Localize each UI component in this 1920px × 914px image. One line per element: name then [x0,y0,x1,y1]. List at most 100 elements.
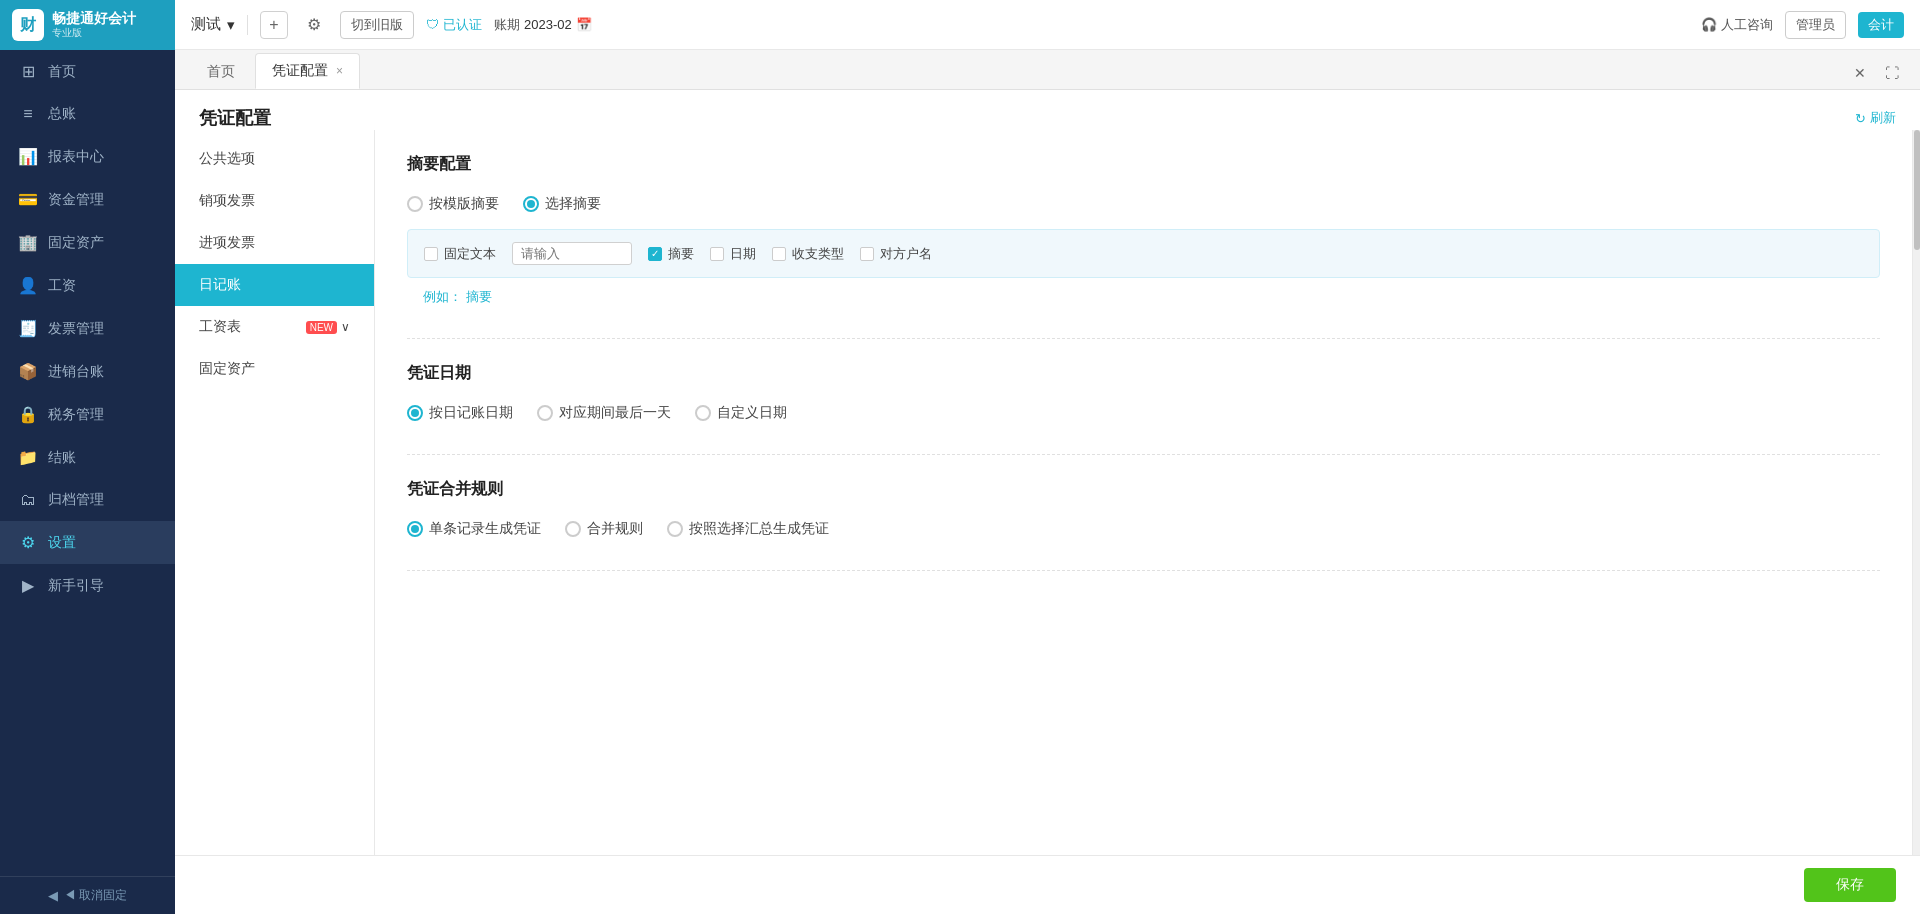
sidebar-item-tax[interactable]: 🔒 税务管理 [0,393,175,436]
checkbox-date[interactable]: 日期 [710,245,756,263]
sidebar-item-label: 报表中心 [48,148,104,166]
nav-item-payroll[interactable]: 工资表 NEW ∨ [175,306,374,348]
new-badge: NEW [306,321,337,334]
logo-icon: 财 [12,9,44,41]
save-button[interactable]: 保存 [1804,868,1896,902]
fixed-text-checkbox [424,247,438,261]
invoice-icon: 🧾 [18,319,38,338]
refresh-label: 刷新 [1870,109,1896,127]
sidebar-item-label: 新手引导 [48,577,104,595]
cert-label: 已认证 [443,16,482,34]
company-selector[interactable]: 测试 ▾ [191,15,235,34]
refresh-button[interactable]: ↻ 刷新 [1855,109,1896,127]
sidebar-item-invoice[interactable]: 🧾 发票管理 [0,307,175,350]
accountant-button[interactable]: 会计 [1858,12,1904,38]
nav-item-diary[interactable]: 日记账 [175,264,374,306]
sidebar-item-capital[interactable]: 💳 资金管理 [0,178,175,221]
merge-rules-circle [565,521,581,537]
sidebar-item-wages[interactable]: 👤 工资 [0,264,175,307]
close-ledger-icon: 📁 [18,448,38,467]
sidebar-item-assets[interactable]: 🏢 固定资产 [0,221,175,264]
user-button[interactable]: 管理员 [1785,11,1846,39]
checkbox-summary[interactable]: 摘要 [648,245,694,263]
radio-merge-rules[interactable]: 合并规则 [565,520,643,538]
sidebar-collapse-button[interactable]: ◀ ◀ 取消固定 [0,876,175,914]
sidebar-item-close[interactable]: 📁 结账 [0,436,175,479]
help-label: 人工咨询 [1721,16,1773,34]
voucher-date-title: 凭证日期 [407,363,1880,384]
checkbox-pay-type[interactable]: 收支类型 [772,245,844,263]
switch-old-version-button[interactable]: 切到旧版 [340,11,414,39]
calendar-icon[interactable]: 📅 [576,17,592,32]
checkbox-fixed-text[interactable]: 固定文本 [424,245,496,263]
sidebar-item-label: 首页 [48,63,76,81]
summary-section-title: 摘要配置 [407,154,1880,175]
voucher-date-radio-group: 按日记账日期 对应期间最后一天 自定义日期 [407,404,1880,422]
collapse-label: ◀ 取消固定 [64,887,127,904]
content-area: 凭证配置 ↻ 刷新 公共选项 销项发票 进项发票 日记账 [175,90,1920,914]
radio-single-record[interactable]: 单条记录生成凭证 [407,520,541,538]
single-record-circle [407,521,423,537]
logo-text: 畅捷通好会计 [52,10,136,27]
period-display: 账期 2023-02 📅 [494,16,592,34]
checkbox-counterpart[interactable]: 对方户名 [860,245,932,263]
merge-rules-radio-group: 单条记录生成凭证 合并规则 按照选择汇总生成凭证 [407,520,1880,538]
page-title: 凭证配置 [199,106,271,130]
sidebar-item-label: 进销台账 [48,363,104,381]
sidebar-logo: 财 畅捷通好会计 专业版 [0,0,175,50]
tabbar: 首页 凭证配置 × ✕ ⛶ [175,50,1920,90]
nav-item-purchase-invoice[interactable]: 进项发票 [175,222,374,264]
right-panel: 摘要配置 按模版摘要 选择摘要 [375,130,1920,855]
scrollbar-track[interactable] [1912,130,1920,855]
sidebar-item-label: 结账 [48,449,76,467]
radio-select-summary[interactable]: 选择摘要 [523,195,601,213]
sidebar-item-ledger[interactable]: ≡ 总账 [0,93,175,135]
help-button[interactable]: 🎧 人工咨询 [1701,16,1773,34]
close-window-button[interactable]: ✕ [1848,61,1872,85]
sidebar-item-sales[interactable]: 📦 进销台账 [0,350,175,393]
radio-select-summary-gen[interactable]: 按照选择汇总生成凭证 [667,520,829,538]
radio-custom-date[interactable]: 自定义日期 [695,404,787,422]
nav-item-public[interactable]: 公共选项 [175,138,374,180]
radio-diary-date[interactable]: 按日记账日期 [407,404,513,422]
sidebar-item-newuser[interactable]: ▶ 新手引导 [0,564,175,607]
sidebar-item-reports[interactable]: 📊 报表中心 [0,135,175,178]
tab-voucher-config[interactable]: 凭证配置 × [255,53,360,89]
reports-icon: 📊 [18,147,38,166]
radio-template-summary[interactable]: 按模版摘要 [407,195,499,213]
example-value: 摘要 [466,289,492,304]
sidebar-item-archive[interactable]: 🗂 归档管理 [0,479,175,521]
topbar-settings-button[interactable]: ⚙ [300,11,328,39]
nav-item-fixed-assets[interactable]: 固定资产 [175,348,374,390]
cert-icon: 🛡 [426,17,439,32]
fixed-text-input[interactable] [512,242,632,265]
sidebar-item-label: 资金管理 [48,191,104,209]
sidebar-item-settings[interactable]: ⚙ 设置 [0,521,175,564]
home-icon: ⊞ [18,62,38,81]
divider-1 [407,338,1880,339]
expand-window-button[interactable]: ⛶ [1880,61,1904,85]
sales-icon: 📦 [18,362,38,381]
voucher-date-section: 凭证日期 按日记账日期 对应期间最后一天 [407,363,1880,422]
add-company-button[interactable]: + [260,11,288,39]
nav-item-sales-invoice[interactable]: 销项发票 [175,180,374,222]
divider-2 [407,454,1880,455]
company-arrow-icon: ▾ [227,16,235,34]
sidebar-item-home[interactable]: ⊞ 首页 [0,50,175,93]
topbar: 测试 ▾ + ⚙ 切到旧版 🛡 已认证 账期 2023-02 📅 🎧 人工咨询 … [175,0,1920,50]
merge-rules-title: 凭证合并规则 [407,479,1880,500]
scrollbar-thumb[interactable] [1914,130,1920,250]
page-header: 凭证配置 ↻ 刷新 [175,90,1920,130]
bottom-bar: 保存 [175,855,1920,914]
diary-date-circle [407,405,423,421]
ledger-icon: ≡ [18,105,38,123]
settings-icon: ⚙ [18,533,38,552]
sidebar-item-label: 工资 [48,277,76,295]
sidebar-item-label: 归档管理 [48,491,104,509]
tab-home[interactable]: 首页 [191,55,251,89]
tab-close-icon[interactable]: × [336,64,343,78]
radio-period-last[interactable]: 对应期间最后一天 [537,404,671,422]
tax-icon: 🔒 [18,405,38,424]
payroll-arrow-icon: ∨ [341,320,350,334]
logo-sub: 专业版 [52,26,136,40]
